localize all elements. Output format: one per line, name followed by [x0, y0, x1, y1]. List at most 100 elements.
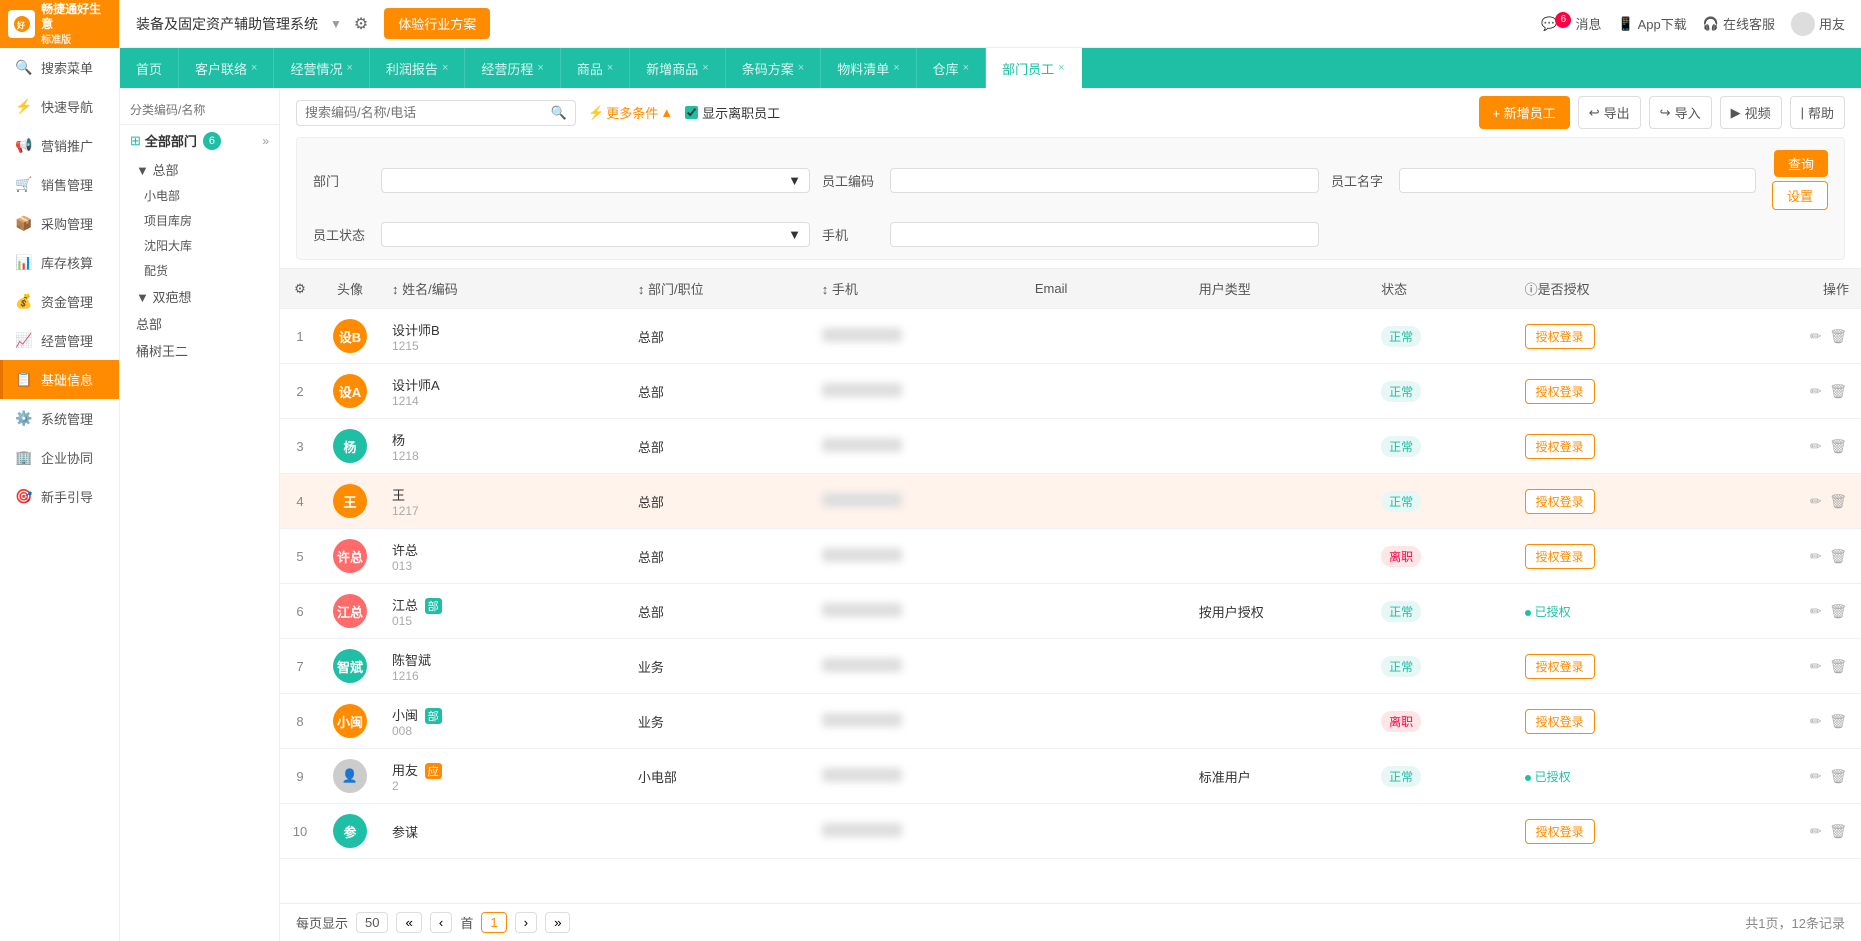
auth-btn-4[interactable]: 授权登录 — [1525, 489, 1595, 514]
tab-close-newgoods[interactable]: × — [702, 62, 708, 74]
collapse-icon[interactable]: » — [262, 134, 269, 148]
edit-btn-2[interactable]: ✏ — [1810, 383, 1822, 399]
tab-material[interactable]: 物料清单 × — [821, 48, 916, 88]
edit-btn-1[interactable]: ✏ — [1810, 328, 1822, 344]
dept-group-label[interactable]: ▼ 双疤想 — [120, 283, 279, 310]
trial-button[interactable]: 体验行业方案 — [384, 8, 490, 39]
phone-input[interactable] — [890, 222, 1319, 247]
online-support-item[interactable]: 🎧 在线客服 — [1703, 14, 1775, 33]
sidebar-item-operations[interactable]: 📈 经营管理 — [0, 321, 119, 360]
dept-select[interactable]: ▼ — [381, 168, 810, 193]
next-page-btn[interactable]: › — [515, 912, 537, 933]
sidebar-item-purchase[interactable]: 📦 采购管理 — [0, 204, 119, 243]
topbar-gear-icon[interactable]: ⚙ — [354, 14, 368, 34]
first-page-btn[interactable]: « — [396, 912, 421, 933]
sidebar-item-guide[interactable]: 🎯 新手引导 — [0, 477, 119, 516]
dept-search-input[interactable] — [130, 103, 280, 117]
tab-close-goods[interactable]: × — [607, 62, 613, 74]
last-page-btn[interactable]: » — [545, 912, 570, 933]
empstatus-select[interactable]: ▼ — [381, 222, 810, 247]
auth-btn-5[interactable]: 授权登录 — [1525, 544, 1595, 569]
delete-btn-1[interactable]: 🗑 — [1829, 328, 1847, 344]
edit-btn-5[interactable]: ✏ — [1810, 548, 1822, 564]
import-button[interactable]: ↪ 导入 — [1649, 96, 1712, 129]
page-size-value[interactable]: 50 — [356, 912, 388, 933]
more-conditions-btn[interactable]: ⚡ 更多条件 ▲ — [588, 103, 673, 122]
delete-btn-4[interactable]: 🗑 — [1829, 493, 1847, 509]
message-item[interactable]: 💬 6 消息 — [1541, 14, 1601, 33]
sidebar-item-basic[interactable]: 📋 基础信息 — [0, 360, 119, 399]
tab-close-staff[interactable]: × — [1058, 62, 1064, 74]
sidebar-item-inventory[interactable]: 📊 库存核算 — [0, 243, 119, 282]
auth-btn-2[interactable]: 授权登录 — [1525, 379, 1595, 404]
delete-btn-10[interactable]: 🗑 — [1829, 823, 1847, 839]
sidebar-item-shortcut[interactable]: ⚡ 快速导航 — [0, 87, 119, 126]
sidebar-item-search[interactable]: 🔍 搜索菜单 — [0, 48, 119, 87]
sidebar-item-system[interactable]: ⚙️ 系统管理 — [0, 399, 119, 438]
tab-close-history[interactable]: × — [537, 62, 543, 74]
tab-close-material[interactable]: × — [893, 62, 899, 74]
resigned-checkbox-input[interactable] — [685, 106, 698, 119]
delete-btn-8[interactable]: 🗑 — [1829, 713, 1847, 729]
tab-barcode[interactable]: 条码方案 × — [726, 48, 821, 88]
prev-page-btn[interactable]: ‹ — [430, 912, 452, 933]
tab-close-profit[interactable]: × — [442, 62, 448, 74]
tab-goods[interactable]: 商品 × — [561, 48, 630, 88]
delete-btn-2[interactable]: 🗑 — [1829, 383, 1847, 399]
delete-btn-9[interactable]: 🗑 — [1829, 768, 1847, 784]
show-resigned-checkbox[interactable]: 显示离职员工 — [685, 103, 780, 122]
sidebar-item-sales[interactable]: 🛒 销售管理 — [0, 165, 119, 204]
sidebar-item-enterprise[interactable]: 🏢 企业协同 — [0, 438, 119, 477]
tab-newgoods[interactable]: 新增商品 × — [630, 48, 725, 88]
dept-group-label[interactable]: ▼ 总部 — [120, 156, 279, 183]
edit-btn-9[interactable]: ✏ — [1810, 768, 1822, 784]
auth-btn-3[interactable]: 授权登录 — [1525, 434, 1595, 459]
app-download-item[interactable]: 📱 App下载 — [1617, 14, 1686, 33]
tab-close-warehouse[interactable]: × — [963, 62, 969, 74]
empname-input[interactable] — [1399, 168, 1756, 193]
sidebar-item-finance[interactable]: 💰 资金管理 — [0, 282, 119, 321]
edit-btn-8[interactable]: ✏ — [1810, 713, 1822, 729]
tab-close-operations[interactable]: × — [346, 62, 352, 74]
query-button[interactable]: 查询 — [1774, 150, 1828, 177]
add-staff-button[interactable]: + 新增员工 — [1479, 96, 1570, 129]
sidebar-item-marketing[interactable]: 📢 营销推广 — [0, 126, 119, 165]
delete-btn-6[interactable]: 🗑 — [1829, 603, 1847, 619]
dept-item-总部[interactable]: 总部 — [120, 310, 279, 337]
current-page[interactable]: 1 — [481, 912, 506, 933]
all-depts-header[interactable]: ⊞ 全部部门 6 » — [120, 125, 279, 156]
auth-btn-1[interactable]: 授权登录 — [1525, 324, 1595, 349]
auth-btn-10[interactable]: 授权登录 — [1525, 819, 1595, 844]
tab-close-barcode[interactable]: × — [798, 62, 804, 74]
edit-btn-3[interactable]: ✏ — [1810, 438, 1822, 454]
auth-btn-7[interactable]: 授权登录 — [1525, 654, 1595, 679]
user-item[interactable]: 用友 — [1791, 12, 1845, 36]
tab-staff[interactable]: 部门员工 × — [986, 48, 1081, 88]
tab-operations[interactable]: 经营情况 × — [274, 48, 369, 88]
delete-btn-3[interactable]: 🗑 — [1829, 438, 1847, 454]
tab-close-customer[interactable]: × — [251, 62, 257, 74]
delete-btn-7[interactable]: 🗑 — [1829, 658, 1847, 674]
help-button[interactable]: | 帮助 — [1790, 96, 1845, 129]
dept-item-沈阳大库[interactable]: 沈阳大库 — [120, 233, 279, 258]
delete-btn-5[interactable]: 🗑 — [1829, 548, 1847, 564]
tab-profit[interactable]: 利润报告 × — [370, 48, 465, 88]
tab-customer[interactable]: 客户联络 × — [179, 48, 274, 88]
col-settings[interactable]: ⚙ — [280, 269, 320, 309]
auth-btn-8[interactable]: 授权登录 — [1525, 709, 1595, 734]
set-button[interactable]: 设置 — [1772, 181, 1828, 210]
dept-item-项目库房[interactable]: 项目库房 — [120, 208, 279, 233]
edit-btn-6[interactable]: ✏ — [1810, 603, 1822, 619]
view-button[interactable]: ▶ 视频 — [1720, 96, 1782, 129]
export-button[interactable]: ↩ 导出 — [1578, 96, 1641, 129]
dept-item-小电部[interactable]: 小电部 — [120, 183, 279, 208]
empcode-input[interactable] — [890, 168, 1319, 193]
edit-btn-4[interactable]: ✏ — [1810, 493, 1822, 509]
edit-btn-7[interactable]: ✏ — [1810, 658, 1822, 674]
search-input[interactable] — [305, 105, 545, 120]
dept-item-桶树王二[interactable]: 桶树王二 — [120, 337, 279, 364]
tab-history[interactable]: 经营历程 × — [465, 48, 560, 88]
dept-item-配货[interactable]: 配货 — [120, 258, 279, 283]
edit-btn-10[interactable]: ✏ — [1810, 823, 1822, 839]
tab-warehouse[interactable]: 仓库 × — [917, 48, 986, 88]
